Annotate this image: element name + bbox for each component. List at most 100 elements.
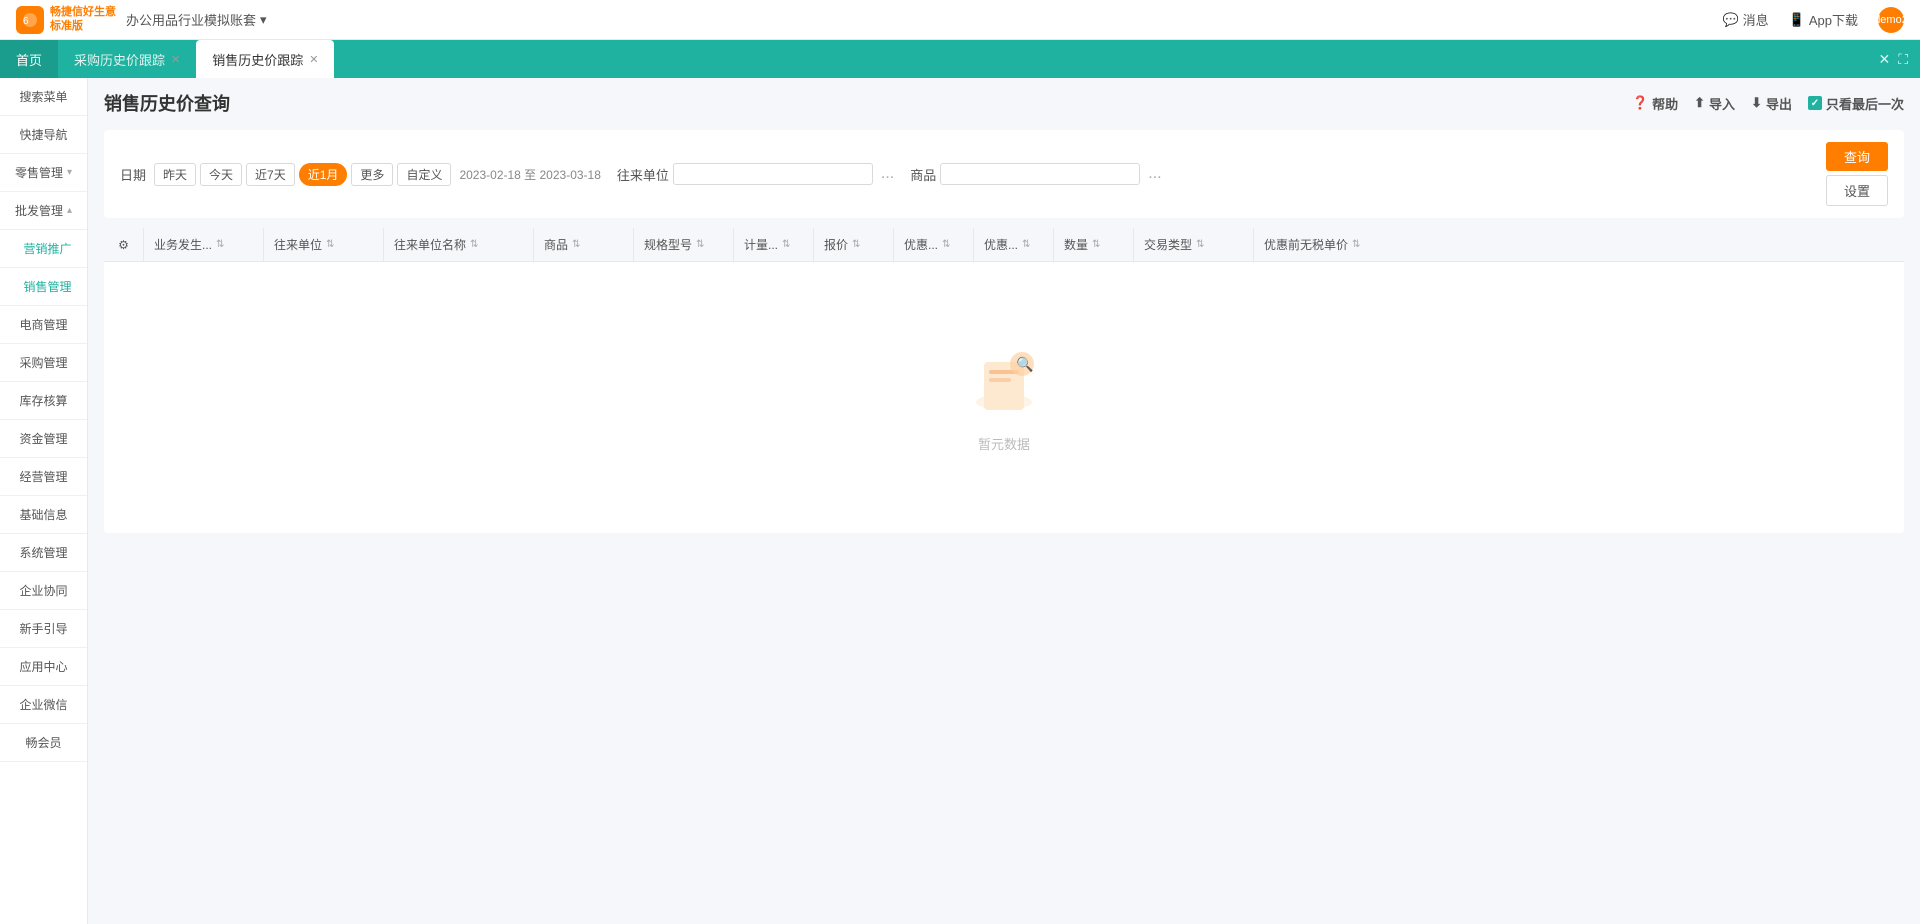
- page-title-row: 销售历史价查询 ❓ 帮助 ⬆ 导入 ⬇ 导出: [104, 90, 1904, 116]
- app-selector-label: 办公用品行业模拟账套: [126, 10, 256, 29]
- tab-purchase-history[interactable]: 采购历史价跟踪 ✕: [58, 40, 196, 78]
- th-discount1[interactable]: 优惠... ⇅: [894, 228, 974, 261]
- quick-nav-label: 快捷导航: [19, 126, 67, 143]
- sidebar-item-guide[interactable]: 新手引导: [0, 610, 87, 648]
- only-last-checkbox-group[interactable]: 只看最后一次: [1808, 94, 1904, 113]
- th-counterpart-code[interactable]: 往来单位 ⇅: [264, 228, 384, 261]
- sidebar-item-ecommerce[interactable]: 电商管理: [0, 306, 87, 344]
- message-action[interactable]: 💬 消息: [1722, 10, 1768, 29]
- help-action[interactable]: ❓ 帮助: [1632, 94, 1678, 113]
- th-pretax-price[interactable]: 优惠前无税单价 ⇅: [1254, 228, 1904, 261]
- th-quantity[interactable]: 数量 ⇅: [1054, 228, 1134, 261]
- sidebar-item-app-center[interactable]: 应用中心: [0, 648, 87, 686]
- sidebar-item-inventory[interactable]: 库存核算: [0, 382, 87, 420]
- product-input[interactable]: [940, 163, 1140, 185]
- th-discount2[interactable]: 优惠... ⇅: [974, 228, 1054, 261]
- product-dots[interactable]: ...: [1148, 165, 1161, 183]
- tabbar: 首页 采购历史价跟踪 ✕ 销售历史价跟踪 ✕ ✕ ⛶: [0, 40, 1920, 78]
- sidebar-item-search-menu[interactable]: 搜索菜单: [0, 78, 87, 116]
- export-action[interactable]: ⬇ 导出: [1751, 94, 1792, 113]
- svg-text:6: 6: [23, 16, 29, 27]
- tab-actions: ✕ ⛶: [1878, 51, 1920, 68]
- logo-area: 6 畅捷信好生意 标准版: [16, 6, 116, 34]
- th-biz-date[interactable]: 业务发生... ⇅: [144, 228, 264, 261]
- sidebar-item-sales-mgmt[interactable]: 销售管理: [0, 268, 87, 306]
- sidebar-item-wholesale-mgmt[interactable]: 批发管理 ▴: [0, 192, 87, 230]
- guide-label: 新手引导: [19, 620, 67, 637]
- date-btn-more[interactable]: 更多: [351, 163, 393, 186]
- sidebar-item-quick-nav[interactable]: 快捷导航: [0, 116, 87, 154]
- sidebar-item-enterprise[interactable]: 企业协同: [0, 572, 87, 610]
- date-btn-yesterday[interactable]: 昨天: [154, 163, 196, 186]
- enterprise-wechat-label: 企业微信: [19, 696, 67, 713]
- settings-button[interactable]: 设置: [1826, 175, 1888, 206]
- th-trade-type[interactable]: 交易类型 ⇅: [1134, 228, 1254, 261]
- user-action[interactable]: demo2: [1878, 7, 1904, 33]
- sidebar-item-marketing[interactable]: 营销推广: [0, 230, 87, 268]
- content-area: 销售历史价查询 ❓ 帮助 ⬆ 导入 ⬇ 导出: [88, 78, 1920, 924]
- import-action[interactable]: ⬆ 导入: [1694, 94, 1735, 113]
- th-unit[interactable]: 计量... ⇅: [734, 228, 814, 261]
- page-title: 销售历史价查询: [104, 90, 230, 116]
- sales-mgmt-label: 销售管理: [23, 278, 71, 295]
- app-download-action[interactable]: 📱 App下载: [1789, 10, 1858, 29]
- table-header: ⚙ 业务发生... ⇅ 往来单位 ⇅ 往来单位名称 ⇅: [104, 228, 1904, 262]
- maximize-icon[interactable]: ⛶: [1898, 51, 1908, 68]
- tab-sales-history-close[interactable]: ✕: [309, 53, 318, 66]
- th-price-label: 报价: [824, 236, 848, 253]
- date-range-display: 2023-02-18 至 2023-03-18: [459, 166, 600, 183]
- sort-icon-spec: ⇅: [696, 239, 704, 250]
- sort-icon-discount1: ⇅: [942, 239, 950, 250]
- app-download-label: App下载: [1809, 10, 1858, 29]
- only-last-label: 只看最后一次: [1826, 94, 1904, 113]
- system-label: 系统管理: [19, 544, 67, 561]
- sidebar-item-system[interactable]: 系统管理: [0, 534, 87, 572]
- help-label: 帮助: [1652, 94, 1678, 113]
- logo-icon: 6: [16, 6, 44, 34]
- th-spec[interactable]: 规格型号 ⇅: [634, 228, 734, 261]
- gear-icon: ⚙: [118, 238, 129, 252]
- query-button[interactable]: 查询: [1826, 142, 1888, 171]
- sort-icon-biz-date: ⇅: [216, 239, 224, 250]
- logo-text: 畅捷信好生意 标准版: [50, 6, 116, 32]
- sidebar-item-basic-info[interactable]: 基础信息: [0, 496, 87, 534]
- th-price[interactable]: 报价 ⇅: [814, 228, 894, 261]
- th-spec-label: 规格型号: [644, 236, 692, 253]
- sidebar-item-purchase[interactable]: 采购管理: [0, 344, 87, 382]
- tab-purchase-history-close[interactable]: ✕: [171, 53, 180, 66]
- finance-label: 资金管理: [19, 430, 67, 447]
- counterpart-input[interactable]: [673, 163, 873, 185]
- export-icon: ⬇: [1751, 95, 1762, 111]
- sidebar-item-finance[interactable]: 资金管理: [0, 420, 87, 458]
- sidebar-item-enterprise-wechat[interactable]: 企业微信: [0, 686, 87, 724]
- purchase-label: 采购管理: [19, 354, 67, 371]
- th-discount2-label: 优惠...: [984, 236, 1018, 253]
- th-unit-label: 计量...: [744, 236, 778, 253]
- import-label: 导入: [1709, 94, 1735, 113]
- date-btn-last1month[interactable]: 近1月: [299, 163, 348, 186]
- tab-sales-history[interactable]: 销售历史价跟踪 ✕: [196, 40, 334, 78]
- sort-icon-counterpart-name: ⇅: [470, 239, 478, 250]
- app-selector[interactable]: 办公用品行业模拟账套 ▾: [126, 10, 267, 29]
- only-last-checkbox[interactable]: [1808, 96, 1822, 110]
- app-center-label: 应用中心: [19, 658, 67, 675]
- sidebar-item-member[interactable]: 畅会员: [0, 724, 87, 762]
- date-btn-custom[interactable]: 自定义: [397, 163, 451, 186]
- empty-icon: 🔍: [964, 342, 1044, 422]
- close-all-tabs-icon[interactable]: ✕: [1878, 51, 1890, 68]
- product-filter-group: 商品 ...: [910, 163, 1161, 185]
- sidebar-item-retail-mgmt[interactable]: 零售管理 ▾: [0, 154, 87, 192]
- date-btn-today[interactable]: 今天: [200, 163, 242, 186]
- date-btn-last7days[interactable]: 近7天: [246, 163, 295, 186]
- filter-query-area: 查询 设置: [1826, 142, 1888, 206]
- th-gear[interactable]: ⚙: [104, 228, 144, 261]
- th-product[interactable]: 商品 ⇅: [534, 228, 634, 261]
- th-counterpart-name[interactable]: 往来单位名称 ⇅: [384, 228, 534, 261]
- sort-icon-price: ⇅: [852, 239, 860, 250]
- tab-home[interactable]: 首页: [0, 40, 58, 78]
- tab-home-label: 首页: [16, 50, 42, 69]
- counterpart-dots[interactable]: ...: [881, 165, 894, 183]
- sidebar-item-operations[interactable]: 经营管理: [0, 458, 87, 496]
- message-icon: 💬: [1722, 12, 1738, 28]
- message-label: 消息: [1743, 10, 1769, 29]
